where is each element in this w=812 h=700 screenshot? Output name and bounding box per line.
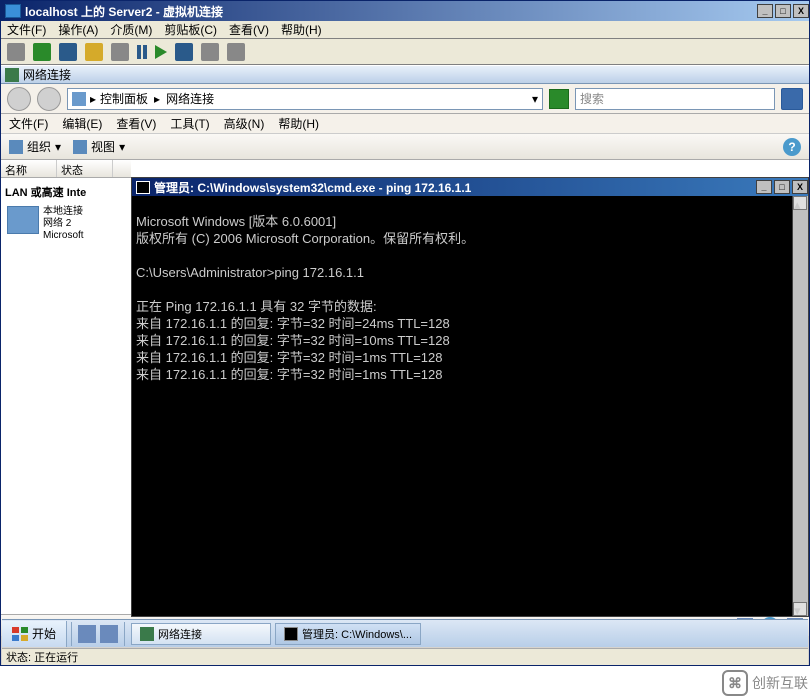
col-status[interactable]: 状态 (57, 160, 113, 177)
maximize-button[interactable]: □ (775, 4, 791, 18)
exp-menu-edit[interactable]: 编辑(E) (62, 115, 102, 132)
exp-menu-file[interactable]: 文件(F) (9, 115, 48, 132)
vm-icon (5, 4, 21, 18)
quick-launch-icon-2[interactable] (100, 625, 118, 643)
windows-logo-icon (12, 627, 28, 641)
vm-statusbar: 状态: 正在运行 (2, 648, 808, 665)
quick-launch-icon-1[interactable] (78, 625, 96, 643)
address-bar: ▸ 控制面板 ▸ 网络连接 ▾ 搜索 (1, 84, 809, 114)
start-icon[interactable] (33, 43, 51, 61)
explorer-menubar: 文件(F) 编辑(E) 查看(V) 工具(T) 高级(N) 帮助(H) (1, 114, 809, 134)
scroll-up-button[interactable]: ▴ (793, 196, 807, 210)
cmd-titlebar[interactable]: 管理员: C:\Windows\system32\cmd.exe - ping … (132, 178, 808, 196)
watermark-logo-icon: ⌘ (722, 670, 748, 696)
exp-menu-view[interactable]: 查看(V) (116, 115, 156, 132)
connection-item[interactable]: 本地连接 网络 2 Microsoft (5, 202, 127, 246)
taskbar-item-cmd[interactable]: 管理员: C:\Windows\... (275, 623, 421, 645)
view-icon (73, 140, 87, 154)
menu-view[interactable]: 查看(V) (229, 21, 269, 38)
revert-icon[interactable] (175, 43, 193, 61)
view-button[interactable]: 视图▾ (73, 138, 125, 155)
menu-action[interactable]: 操作(A) (58, 21, 98, 38)
pause-icon[interactable] (137, 45, 147, 59)
menu-help[interactable]: 帮助(H) (281, 21, 322, 38)
breadcrumb-root[interactable]: 控制面板 (100, 90, 148, 107)
forward-button[interactable] (37, 87, 61, 111)
play-icon[interactable] (155, 45, 167, 59)
fullscreen-icon[interactable] (227, 43, 245, 61)
network-icon (5, 68, 19, 82)
menu-file[interactable]: 文件(F) (7, 21, 46, 38)
address-input[interactable]: ▸ 控制面板 ▸ 网络连接 ▾ (67, 88, 543, 110)
explorer-toolbar: 组织▾ 视图▾ ? (1, 134, 809, 160)
help-icon[interactable]: ? (783, 138, 801, 156)
search-input[interactable]: 搜索 (575, 88, 775, 110)
exp-menu-tools[interactable]: 工具(T) (170, 115, 209, 132)
vm-window: localhost 上的 Server2 - 虚拟机连接 _ □ X 文件(F)… (0, 0, 810, 666)
cmd-output[interactable]: Microsoft Windows [版本 6.0.6001] 版权所有 (C)… (132, 196, 808, 616)
group-header: LAN 或高速 Inte (5, 182, 127, 202)
organize-button[interactable]: 组织▾ (9, 138, 61, 155)
network-icon (140, 627, 154, 641)
menu-media[interactable]: 介质(M) (110, 21, 152, 38)
conn-vendor: Microsoft (43, 230, 84, 242)
cmd-scrollbar[interactable]: ▴ ▾ (792, 196, 808, 616)
watermark: ⌘ 创新互联 (722, 670, 808, 696)
refresh-button[interactable] (549, 89, 569, 109)
vm-menubar: 文件(F) 操作(A) 介质(M) 剪贴板(C) 查看(V) 帮助(H) (1, 21, 809, 39)
cmd-window: 管理员: C:\Windows\system32\cmd.exe - ping … (131, 177, 809, 617)
organize-icon (9, 140, 23, 154)
turnoff-icon[interactable] (59, 43, 77, 61)
taskbar-item-network[interactable]: 网络连接 (131, 623, 271, 645)
shutdown-icon[interactable] (85, 43, 103, 61)
conn-name: 本地连接 (43, 206, 84, 218)
ctrl-alt-del-icon[interactable] (7, 43, 25, 61)
vm-titlebar[interactable]: localhost 上的 Server2 - 虚拟机连接 _ □ X (1, 1, 809, 21)
explorer-titlebar[interactable]: 网络连接 (1, 66, 809, 84)
breadcrumb-current[interactable]: 网络连接 (166, 90, 214, 107)
cmd-minimize-button[interactable]: _ (756, 180, 772, 194)
cmd-icon (136, 181, 150, 194)
start-button[interactable]: 开始 (2, 621, 67, 647)
explorer-title: 网络连接 (23, 66, 71, 83)
snapshot-icon[interactable] (201, 43, 219, 61)
cmd-close-button[interactable]: X (792, 180, 808, 194)
exp-menu-help[interactable]: 帮助(H) (278, 115, 319, 132)
conn-net: 网络 2 (43, 218, 84, 230)
vm-title: localhost 上的 Server2 - 虚拟机连接 (25, 3, 755, 20)
search-button[interactable] (781, 88, 803, 110)
back-button[interactable] (7, 87, 31, 111)
vm-toolbar (1, 39, 809, 65)
exp-menu-advanced[interactable]: 高级(N) (224, 115, 265, 132)
save-icon[interactable] (111, 43, 129, 61)
col-name[interactable]: 名称 (1, 160, 57, 177)
lan-icon (7, 206, 39, 234)
minimize-button[interactable]: _ (757, 4, 773, 18)
cmd-icon (284, 627, 298, 641)
vm-status-text: 状态: 正在运行 (6, 649, 78, 665)
close-button[interactable]: X (793, 4, 809, 18)
scroll-down-button[interactable]: ▾ (793, 602, 807, 616)
cmd-title: 管理员: C:\Windows\system32\cmd.exe - ping … (154, 179, 754, 196)
cmd-maximize-button[interactable]: □ (774, 180, 790, 194)
folder-icon (72, 92, 86, 106)
file-list: 名称 状态 LAN 或高速 Inte 本地连接 网络 2 Microsoft (1, 160, 131, 614)
taskbar: 开始 网络连接 管理员: C:\Windows\... (2, 619, 808, 647)
menu-clipboard[interactable]: 剪贴板(C) (164, 21, 217, 38)
